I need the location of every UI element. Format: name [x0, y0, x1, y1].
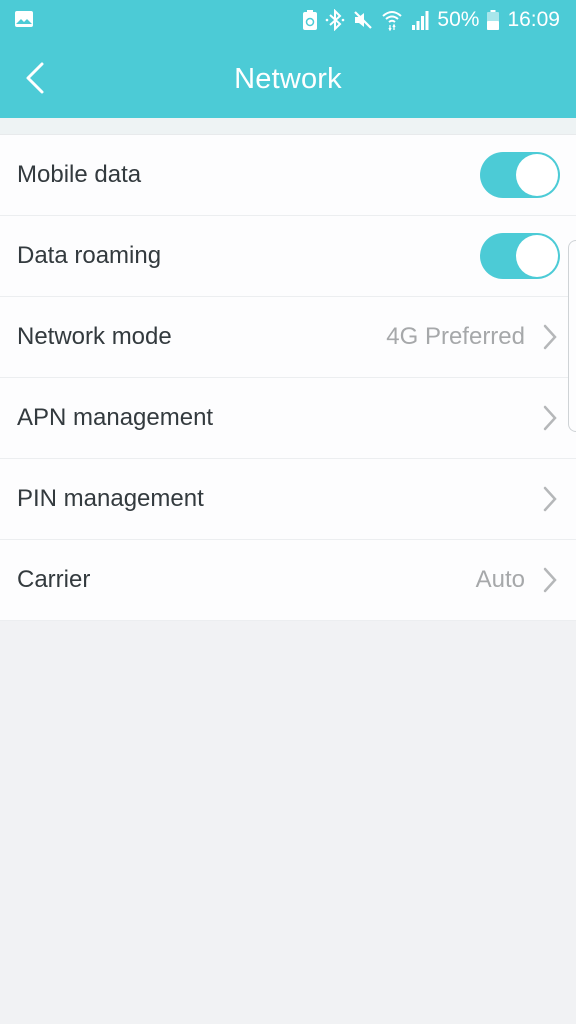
section-spacer — [0, 118, 576, 134]
setting-label: PIN management — [17, 485, 204, 512]
setting-mobile-data[interactable]: Mobile data — [0, 135, 576, 216]
wifi-icon — [382, 11, 403, 31]
toggle-knob — [516, 154, 558, 196]
toggle-knob — [516, 235, 558, 277]
battery-icon — [487, 10, 500, 30]
setting-label: APN management — [17, 404, 214, 431]
setting-label: Data roaming — [17, 242, 162, 269]
chevron-right-icon — [543, 405, 557, 431]
chevron-right-icon — [543, 486, 557, 512]
setting-label: Network mode — [17, 323, 172, 350]
setting-value: Auto — [475, 566, 525, 593]
chevron-right-icon — [543, 567, 557, 593]
settings-list: Mobile data Data roaming Network mode 4G… — [0, 134, 576, 621]
setting-label: Carrier — [17, 566, 91, 593]
chevron-right-icon — [543, 324, 557, 350]
gallery-icon — [15, 11, 33, 27]
setting-value: 4G Preferred — [386, 323, 525, 350]
setting-apn-management[interactable]: APN management — [0, 378, 576, 459]
setting-label: Mobile data — [17, 161, 142, 188]
app-header: Network — [0, 40, 576, 118]
bluetooth-icon — [326, 9, 345, 31]
status-bar: 50% 16:09 — [0, 0, 576, 40]
setting-network-mode[interactable]: Network mode 4G Preferred — [0, 297, 576, 378]
battery-percent: 50% — [437, 8, 480, 31]
clock: 16:09 — [507, 8, 560, 31]
edge-panel-handle[interactable] — [568, 240, 576, 432]
setting-data-roaming[interactable]: Data roaming — [0, 216, 576, 297]
setting-carrier[interactable]: Carrier Auto — [0, 540, 576, 621]
setting-pin-management[interactable]: PIN management — [0, 459, 576, 540]
battery-saver-icon — [303, 10, 318, 30]
mobile-data-toggle[interactable] — [480, 152, 560, 198]
signal-icon — [412, 11, 429, 30]
data-roaming-toggle[interactable] — [480, 233, 560, 279]
mute-icon — [354, 11, 373, 29]
page-title: Network — [234, 63, 342, 95]
